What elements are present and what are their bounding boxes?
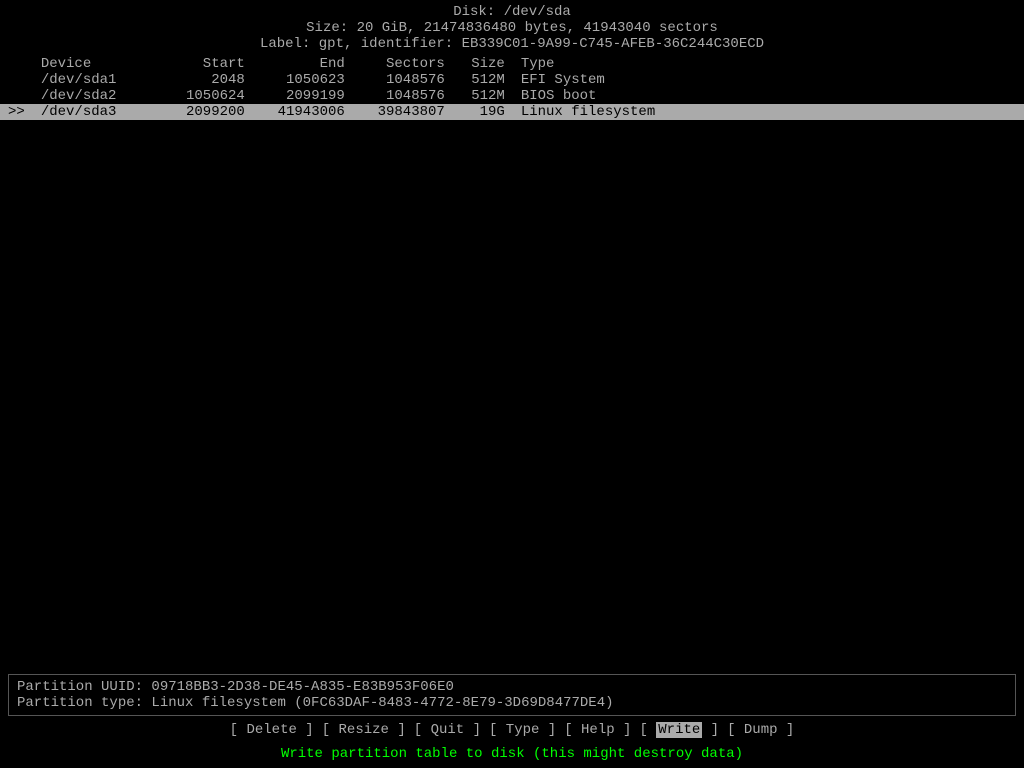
col-header-device: Device bbox=[33, 56, 153, 72]
menu-label: Delete bbox=[246, 722, 296, 738]
row-start: 2048 bbox=[153, 72, 253, 88]
menu-bracket-left: [ bbox=[322, 722, 339, 738]
partition-info-box: Partition UUID: 09718BB3-2D38-DE45-A835-… bbox=[8, 674, 1016, 716]
menu-bracket-left: [ bbox=[639, 722, 656, 738]
menu-bracket-right: ] bbox=[702, 722, 719, 738]
main-container: Disk: /dev/sda Size: 20 GiB, 21474836480… bbox=[0, 0, 1024, 768]
col-header-type: Type bbox=[513, 56, 1024, 72]
col-header-start: Start bbox=[153, 56, 253, 72]
menu-bracket-left: [ bbox=[414, 722, 431, 738]
row-device: /dev/sda2 bbox=[33, 88, 153, 104]
menu-label: Dump bbox=[744, 722, 778, 738]
col-header-sectors: Sectors bbox=[353, 56, 453, 72]
menu-bracket-right: ] bbox=[778, 722, 795, 738]
row-type: Linux filesystem bbox=[513, 104, 1024, 120]
menu-label: Resize bbox=[339, 722, 389, 738]
row-start: 1050624 bbox=[153, 88, 253, 104]
row-start: 2099200 bbox=[153, 104, 253, 120]
menu-bar: [ Delete ] [ Resize ] [ Quit ] [ Type ] … bbox=[0, 716, 1024, 742]
disk-label-line: Label: gpt, identifier: EB339C01-9A99-C7… bbox=[0, 36, 1024, 52]
menu-item-type[interactable]: [ Type ] bbox=[485, 722, 560, 738]
menu-label: Type bbox=[506, 722, 540, 738]
menu-item-resize[interactable]: [ Resize ] bbox=[318, 722, 410, 738]
bottom-area: Partition UUID: 09718BB3-2D38-DE45-A835-… bbox=[0, 674, 1024, 768]
menu-item-help[interactable]: [ Help ] bbox=[560, 722, 635, 738]
partition-table: Device Start End Sectors Size Type /dev/… bbox=[0, 56, 1024, 120]
row-device: /dev/sda3 bbox=[33, 104, 153, 120]
partition-table-area: Device Start End Sectors Size Type /dev/… bbox=[0, 54, 1024, 768]
partition-uuid: Partition UUID: 09718BB3-2D38-DE45-A835-… bbox=[17, 679, 1007, 695]
menu-bracket-left: [ bbox=[564, 722, 581, 738]
table-row[interactable]: /dev/sda2105062420991991048576512MBIOS b… bbox=[0, 88, 1024, 104]
col-header-end: End bbox=[253, 56, 353, 72]
table-row[interactable]: >>/dev/sda32099200419430063984380719GLin… bbox=[0, 104, 1024, 120]
row-size: 19G bbox=[453, 104, 513, 120]
disk-size-line: Size: 20 GiB, 21474836480 bytes, 4194304… bbox=[0, 20, 1024, 36]
menu-bracket-left: [ bbox=[489, 722, 506, 738]
row-end: 2099199 bbox=[253, 88, 353, 104]
row-end: 1050623 bbox=[253, 72, 353, 88]
partition-rows: /dev/sda1204810506231048576512MEFI Syste… bbox=[0, 72, 1024, 120]
row-marker: >> bbox=[0, 104, 33, 120]
menu-bracket-left: [ bbox=[727, 722, 744, 738]
menu-bracket-right: ] bbox=[615, 722, 632, 738]
row-end: 41943006 bbox=[253, 104, 353, 120]
disk-info: Disk: /dev/sda Size: 20 GiB, 21474836480… bbox=[0, 0, 1024, 54]
row-size: 512M bbox=[453, 72, 513, 88]
menu-label: Write bbox=[656, 722, 702, 738]
menu-bracket-right: ] bbox=[464, 722, 481, 738]
menu-item-write[interactable]: [ Write ] bbox=[635, 722, 723, 738]
row-type: EFI System bbox=[513, 72, 1024, 88]
menu-bracket-right: ] bbox=[389, 722, 406, 738]
row-device: /dev/sda1 bbox=[33, 72, 153, 88]
col-header-size: Size bbox=[453, 56, 513, 72]
row-marker bbox=[0, 88, 33, 104]
row-sectors: 1048576 bbox=[353, 88, 453, 104]
status-text: Write partition table to disk (this migh… bbox=[281, 746, 743, 762]
menu-label: Help bbox=[581, 722, 615, 738]
table-row[interactable]: /dev/sda1204810506231048576512MEFI Syste… bbox=[0, 72, 1024, 88]
menu-label: Quit bbox=[431, 722, 465, 738]
marker-col-header bbox=[0, 56, 33, 72]
partition-type: Partition type: Linux filesystem (0FC63D… bbox=[17, 695, 1007, 711]
row-type: BIOS boot bbox=[513, 88, 1024, 104]
menu-bracket-right: ] bbox=[539, 722, 556, 738]
menu-bracket-left: [ bbox=[230, 722, 247, 738]
menu-item-delete[interactable]: [ Delete ] bbox=[226, 722, 318, 738]
row-marker bbox=[0, 72, 33, 88]
menu-bracket-right: ] bbox=[297, 722, 314, 738]
row-sectors: 39843807 bbox=[353, 104, 453, 120]
disk-title: Disk: /dev/sda bbox=[0, 4, 1024, 20]
menu-item-dump[interactable]: [ Dump ] bbox=[723, 722, 798, 738]
row-sectors: 1048576 bbox=[353, 72, 453, 88]
menu-item-quit[interactable]: [ Quit ] bbox=[410, 722, 485, 738]
status-bar: Write partition table to disk (this migh… bbox=[0, 742, 1024, 768]
row-size: 512M bbox=[453, 88, 513, 104]
